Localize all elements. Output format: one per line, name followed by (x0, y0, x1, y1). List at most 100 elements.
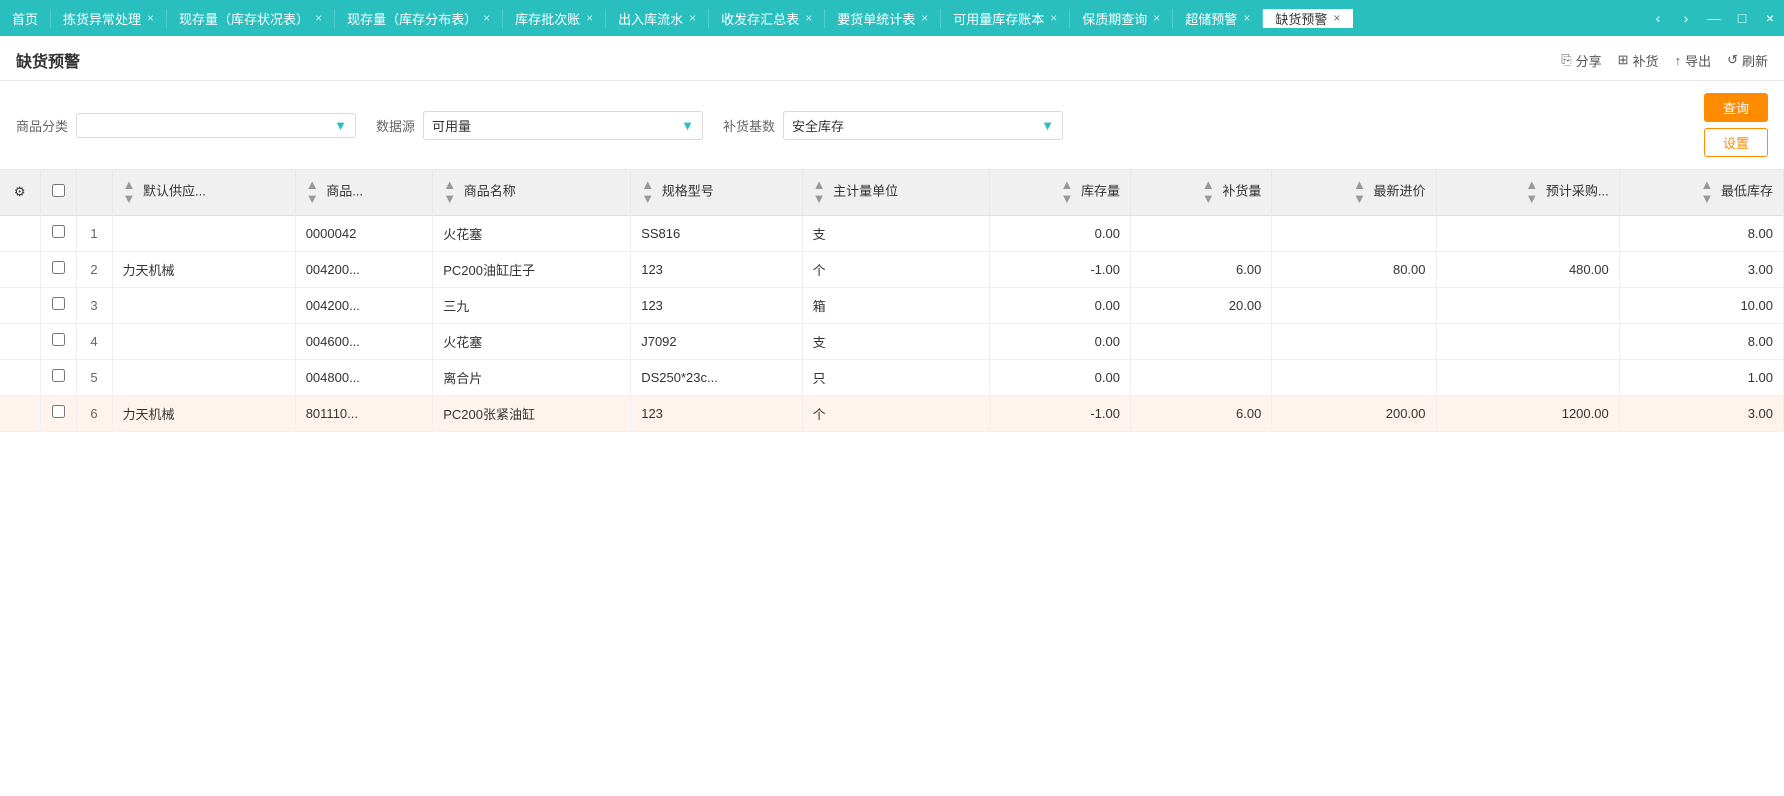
export-icon: ↑ (1675, 53, 1682, 68)
unit-sort-icon: ▲▼ (813, 178, 826, 207)
table-row: 3004200...三九123箱0.0020.0010.00 (0, 287, 1784, 323)
row-cell-est_purchase: 480.00 (1436, 251, 1619, 287)
col-code[interactable]: ▲▼ 商品... (295, 170, 433, 215)
row-cell-name: 三九 (433, 287, 631, 323)
row-cell-est_purchase (1436, 359, 1619, 395)
col-unit[interactable]: ▲▼ 主计量单位 (802, 170, 989, 215)
table-row: 4004600...火花塞J7092支0.008.00 (0, 323, 1784, 359)
datasource-filter-group: 数据源 可用量 ▼ (376, 111, 703, 140)
row-checkbox[interactable] (52, 225, 65, 238)
share-action[interactable]: ⎘ 分享 (1561, 51, 1601, 70)
row-cell-spec: J7092 (631, 323, 802, 359)
filter-actions: 查询 设置 (1704, 93, 1768, 157)
col-est-purchase[interactable]: ▲▼ 预计采购... (1436, 170, 1619, 215)
row-cell-latest_price (1272, 323, 1436, 359)
tab-item-available[interactable]: 可用量库存账本× (941, 9, 1070, 28)
tab-item-inout[interactable]: 出入库流水× (606, 9, 709, 28)
export-action[interactable]: ↑ 导出 (1675, 51, 1712, 70)
tab-close-expiry[interactable]: × (1153, 11, 1160, 25)
tab-close-batch[interactable]: × (586, 11, 593, 25)
col-min-stock[interactable]: ▲▼ 最低库存 (1619, 170, 1783, 215)
restock-action[interactable]: ⊞ 补货 (1618, 51, 1659, 70)
row-cell-supplier: 力天机械 (112, 395, 295, 431)
row-checkbox[interactable] (52, 369, 65, 382)
col-replenish[interactable]: ▲▼ 补货量 (1130, 170, 1271, 215)
tab-item-collect[interactable]: 收发存汇总表× (709, 9, 825, 28)
row-cell-unit: 支 (802, 323, 989, 359)
tab-item-home[interactable]: 首页 (0, 9, 51, 28)
query-button[interactable]: 查询 (1704, 93, 1768, 122)
window-minimize-button[interactable]: — (1700, 0, 1728, 36)
tab-close-inventory-dist[interactable]: × (483, 11, 490, 25)
name-sort-icon: ▲▼ (443, 178, 456, 207)
row-cell-code: 004600... (295, 323, 433, 359)
row-checkbox-cell (40, 251, 76, 287)
tab-close-refine[interactable]: × (147, 11, 154, 25)
row-checkbox-cell (40, 215, 76, 251)
replenish-filter-arrow: ▼ (1041, 118, 1054, 133)
row-checkbox[interactable] (52, 405, 65, 418)
table-header: ⚙ ▲▼ 默认供应... ▲▼ 商品... (0, 170, 1784, 215)
row-cell-min_stock: 8.00 (1619, 215, 1783, 251)
row-cell-min_stock: 3.00 (1619, 395, 1783, 431)
tab-item-overstock[interactable]: 超储预警× (1173, 9, 1263, 28)
tab-close-collect[interactable]: × (805, 11, 812, 25)
row-cell-code: 004200... (295, 287, 433, 323)
replenish-filter-label: 补货基数 (723, 116, 775, 135)
row-checkbox-cell (40, 287, 76, 323)
tab-item-shortage[interactable]: 缺货预警× (1263, 9, 1353, 28)
refresh-action[interactable]: ↺ 刷新 (1727, 51, 1768, 70)
row-cell-name: 离合片 (433, 359, 631, 395)
row-cell-unit: 个 (802, 395, 989, 431)
col-name[interactable]: ▲▼ 商品名称 (433, 170, 631, 215)
tab-close-available[interactable]: × (1050, 11, 1057, 25)
tab-next-button[interactable]: › (1672, 0, 1700, 36)
settings-button[interactable]: 设置 (1704, 128, 1768, 157)
row-cell-min_stock: 8.00 (1619, 323, 1783, 359)
tab-close-inventory-status[interactable]: × (315, 11, 322, 25)
row-cell-replenish (1130, 215, 1271, 251)
row-checkbox[interactable] (52, 261, 65, 274)
row-checkbox[interactable] (52, 297, 65, 310)
col-supplier[interactable]: ▲▼ 默认供应... (112, 170, 295, 215)
tab-item-batch[interactable]: 库存批次账× (503, 9, 606, 28)
tab-close-inout[interactable]: × (689, 11, 696, 25)
datasource-filter-select[interactable]: 可用量 ▼ (423, 111, 703, 140)
window-maximize-button[interactable]: □ (1728, 0, 1756, 36)
tab-prev-button[interactable]: ‹ (1644, 0, 1672, 36)
select-all-checkbox[interactable] (52, 184, 65, 197)
window-close-button[interactable]: × (1756, 0, 1784, 36)
replenish-filter-select[interactable]: 安全库存 ▼ (783, 111, 1063, 140)
tab-close-require[interactable]: × (921, 11, 928, 25)
tab-item-require[interactable]: 要货单统计表× (825, 9, 941, 28)
row-checkbox[interactable] (52, 333, 65, 346)
row-cell-name: PC200油缸庄子 (433, 251, 631, 287)
col-spec[interactable]: ▲▼ 规格型号 (631, 170, 802, 215)
tab-item-refine[interactable]: 拣货异常处理× (51, 9, 167, 28)
tab-close-shortage[interactable]: × (1333, 11, 1340, 25)
category-filter-select[interactable]: ▼ (76, 113, 356, 138)
latest-price-sort-icon: ▲▼ (1353, 178, 1366, 207)
tab-item-expiry[interactable]: 保质期查询× (1070, 9, 1173, 28)
table-row: 10000042火花塞SS816支0.008.00 (0, 215, 1784, 251)
col-stock[interactable]: ▲▼ 库存量 (989, 170, 1130, 215)
col-settings[interactable]: ⚙ (0, 170, 40, 215)
row-gear-cell (0, 287, 40, 323)
row-cell-latest_price (1272, 215, 1436, 251)
row-cell-supplier (112, 359, 295, 395)
row-cell-code: 004800... (295, 359, 433, 395)
tab-item-inventory-dist[interactable]: 现存量（库存分布表）× (335, 9, 503, 28)
tab-item-inventory-status[interactable]: 现存量（库存状况表）× (167, 9, 335, 28)
col-latest-price[interactable]: ▲▼ 最新进价 (1272, 170, 1436, 215)
row-cell-stock: -1.00 (989, 251, 1130, 287)
row-cell-stock: 0.00 (989, 287, 1130, 323)
gear-icon[interactable]: ⚙ (14, 184, 26, 199)
tab-nav-buttons: ‹ › — □ × (1644, 0, 1784, 36)
row-cell-spec: DS250*23c... (631, 359, 802, 395)
row-cell-spec: 123 (631, 251, 802, 287)
min-stock-sort-icon: ▲▼ (1700, 178, 1713, 207)
tab-close-overstock[interactable]: × (1243, 11, 1250, 25)
est-purchase-sort-icon: ▲▼ (1525, 178, 1538, 207)
row-cell-spec: 123 (631, 395, 802, 431)
table-row: 5004800...离合片DS250*23c...只0.001.00 (0, 359, 1784, 395)
